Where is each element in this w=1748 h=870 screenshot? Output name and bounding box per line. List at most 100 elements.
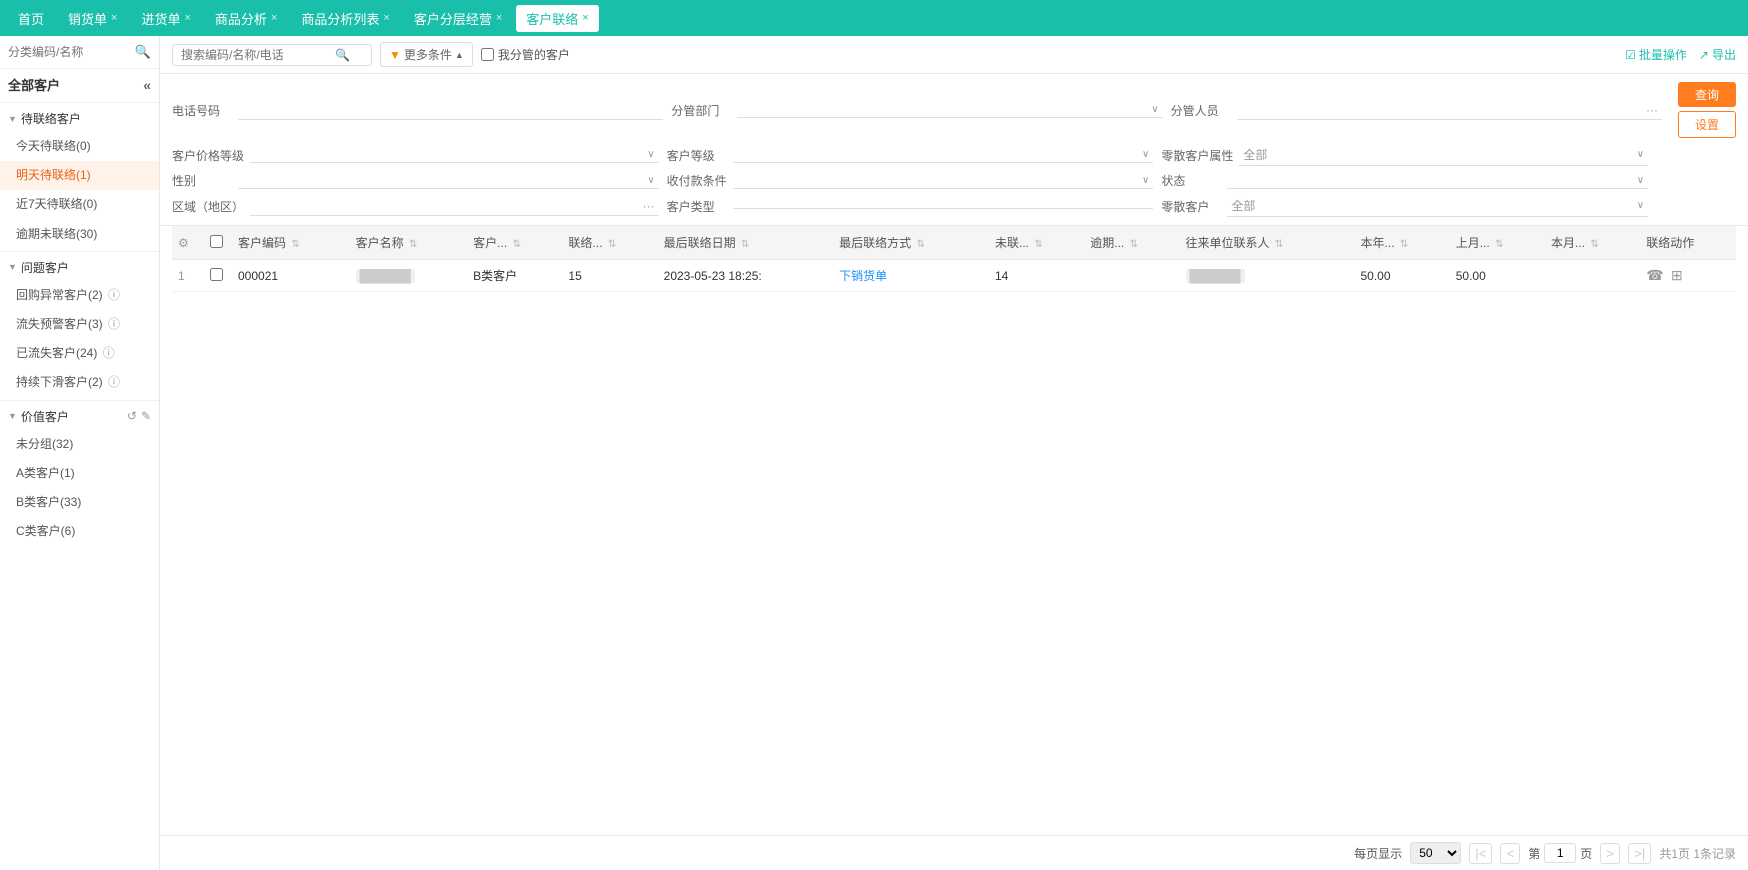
last-page-btn[interactable]: >| <box>1628 843 1651 864</box>
sidebar-search-icon[interactable]: 🔍 <box>135 44 151 60</box>
first-page-btn[interactable]: |< <box>1469 843 1492 864</box>
person-dots-icon[interactable]: ··· <box>1646 103 1658 117</box>
region-select[interactable]: ··· <box>250 197 659 216</box>
sidebar-class-b[interactable]: B类客户(33) <box>0 488 159 517</box>
sidebar-ungrouped[interactable]: 未分组(32) <box>0 430 159 459</box>
sort-icon-method[interactable]: ⇅ <box>917 239 925 250</box>
sidebar-value-group[interactable]: ▼ 价值客户 ↺ ✎ <box>0 403 159 430</box>
edit-value-icon[interactable]: ✎ <box>141 409 151 423</box>
sort-icon-code[interactable]: ⇅ <box>291 239 299 250</box>
retail-attr-select[interactable]: 全部 ∨ <box>1239 144 1648 166</box>
region-dots-icon[interactable]: ··· <box>643 199 655 213</box>
my-customers-checkbox[interactable] <box>481 48 494 61</box>
filter-retail-customer: 零散客户 全部 ∨ <box>1161 195 1648 217</box>
search-icon[interactable]: 🔍 <box>335 48 350 62</box>
th-last-contact-method: 最后联络方式 ⇅ <box>833 226 989 260</box>
sidebar-collapse-icon[interactable]: « <box>143 77 151 93</box>
gear-icon-th[interactable]: ⚙ <box>178 236 189 250</box>
prev-page-btn[interactable]: < <box>1500 843 1520 864</box>
all-customers-label: 全部客户 <box>8 75 60 94</box>
table-row: 1 000021 ██████ B类客户 15 2023-05-23 18:25… <box>172 260 1736 292</box>
nav-home[interactable]: 首页 <box>8 5 54 32</box>
sort-icon-contact[interactable]: ⇅ <box>608 239 616 250</box>
nav-close-purchase-order[interactable]: × <box>184 12 190 24</box>
price-level-chevron-icon: ∨ <box>647 149 654 160</box>
filter-status: 状态 ∨ <box>1161 172 1648 189</box>
select-all-checkbox[interactable] <box>210 235 223 248</box>
th-overdue: 逾期... ⇅ <box>1084 226 1179 260</box>
page-size-select[interactable]: 50 10 20 100 <box>1410 842 1461 864</box>
sidebar-overdue-uncontact[interactable]: 逾期未联络(30) <box>0 220 159 249</box>
last-method-link[interactable]: 下销货单 <box>839 269 887 283</box>
row-this-year: 50.00 <box>1354 260 1449 292</box>
customer-type-select[interactable] <box>733 204 1154 209</box>
customer-table: ⚙ 客户编码 ⇅ 客户名称 ⇅ <box>172 226 1736 292</box>
phone-input[interactable] <box>238 101 663 120</box>
reset-btn[interactable]: 设置 <box>1678 111 1736 138</box>
sort-icon-year[interactable]: ⇅ <box>1400 239 1408 250</box>
nav-customer-contact[interactable]: 客户联络 × <box>516 5 598 32</box>
contact-icon[interactable]: ☎ <box>1646 267 1663 283</box>
nav-product-analysis-list[interactable]: 商品分析列表 × <box>291 5 399 32</box>
export-btn[interactable]: ↗ 导出 <box>1699 46 1736 63</box>
gender-select[interactable]: ∨ <box>238 173 659 189</box>
sidebar-pending-group[interactable]: ▼ 待联络客户 <box>0 105 159 132</box>
nav-purchase-order[interactable]: 进货单 × <box>131 5 200 32</box>
sidebar-problem-group[interactable]: ▼ 问题客户 <box>0 254 159 281</box>
page-input[interactable] <box>1544 843 1576 863</box>
status-select[interactable]: ∨ <box>1227 173 1648 189</box>
nav-sales-order[interactable]: 销货单 × <box>58 5 127 32</box>
row-code: 000021 <box>232 260 350 292</box>
price-level-select[interactable]: ∨ <box>250 147 659 163</box>
sidebar-churn-warning[interactable]: 流失预警客户(3) ⓘ <box>0 310 159 339</box>
person-select[interactable]: ··· <box>1237 101 1662 120</box>
more-conditions-btn[interactable]: ▼ 更多条件 ▲ <box>380 42 473 67</box>
filter-dept: 分管部门 ∨ <box>671 102 1162 119</box>
nav-customer-layered[interactable]: 客户分层经营 × <box>404 5 512 32</box>
batch-op-btn[interactable]: ☑ 批量操作 <box>1625 46 1687 63</box>
filter-gender: 性别 ∨ <box>172 172 659 189</box>
th-last-month: 上月... ⇅ <box>1450 226 1545 260</box>
info-icon-1: ⓘ <box>108 317 120 331</box>
customer-level-select[interactable]: ∨ <box>733 147 1154 163</box>
sidebar-tomorrow-pending[interactable]: 明天待联络(1) <box>0 161 159 190</box>
search-box: 🔍 <box>172 44 372 66</box>
checkbox-icon: ☑ <box>1625 48 1636 62</box>
nav-close-customer-contact[interactable]: × <box>582 12 588 24</box>
next-page-btn[interactable]: > <box>1600 843 1620 864</box>
sort-icon-tmonth[interactable]: ⇅ <box>1590 239 1598 250</box>
filter-panel: 电话号码 分管部门 ∨ 分管人员 ··· <box>160 74 1748 226</box>
sort-icon-date[interactable]: ⇅ <box>741 239 749 250</box>
sidebar-churned[interactable]: 已流失客户(24) ⓘ <box>0 339 159 368</box>
sidebar-all-customers[interactable]: 全部客户 « <box>0 69 159 100</box>
sidebar-class-a[interactable]: A类客户(1) <box>0 459 159 488</box>
sort-icon-overdue[interactable]: ⇅ <box>1130 239 1138 250</box>
more-action-icon[interactable]: ⊞ <box>1671 267 1683 283</box>
sidebar-repurchase-anomaly[interactable]: 回购异常客户(2) ⓘ <box>0 281 159 310</box>
th-customer-code: 客户编码 ⇅ <box>232 226 350 260</box>
customer-level-chevron-icon: ∨ <box>1142 149 1149 160</box>
sidebar-class-c[interactable]: C类客户(6) <box>0 517 159 546</box>
dept-select[interactable]: ∨ <box>737 102 1162 118</box>
nav-close-sales-order[interactable]: × <box>111 12 117 24</box>
sidebar-declining[interactable]: 持续下滑客户(2) ⓘ <box>0 368 159 397</box>
sidebar-today-pending[interactable]: 今天待联络(0) <box>0 132 159 161</box>
search-input[interactable] <box>181 48 331 62</box>
retail-customer-select[interactable]: 全部 ∨ <box>1227 195 1648 217</box>
payment-select[interactable]: ∨ <box>733 173 1154 189</box>
sort-icon-lmonth[interactable]: ⇅ <box>1495 239 1503 250</box>
query-btn[interactable]: 查询 <box>1678 82 1736 107</box>
refresh-icon[interactable]: ↺ <box>127 409 137 423</box>
sidebar-search-input[interactable] <box>8 45 131 59</box>
sort-icon-uncontact[interactable]: ⇅ <box>1034 239 1042 250</box>
nav-close-product-analysis[interactable]: × <box>271 12 277 24</box>
sort-icon-person[interactable]: ⇅ <box>1275 239 1283 250</box>
table-body: 1 000021 ██████ B类客户 15 2023-05-23 18:25… <box>172 260 1736 292</box>
funnel-icon: ▼ <box>389 48 401 62</box>
sort-icon-name[interactable]: ⇅ <box>409 239 417 250</box>
nav-close-product-analysis-list[interactable]: × <box>383 12 389 24</box>
sidebar-7days-pending[interactable]: 近7天待联络(0) <box>0 190 159 219</box>
nav-product-analysis[interactable]: 商品分析 × <box>205 5 287 32</box>
nav-close-customer-layered[interactable]: × <box>496 12 502 24</box>
sort-icon-type[interactable]: ⇅ <box>513 239 521 250</box>
